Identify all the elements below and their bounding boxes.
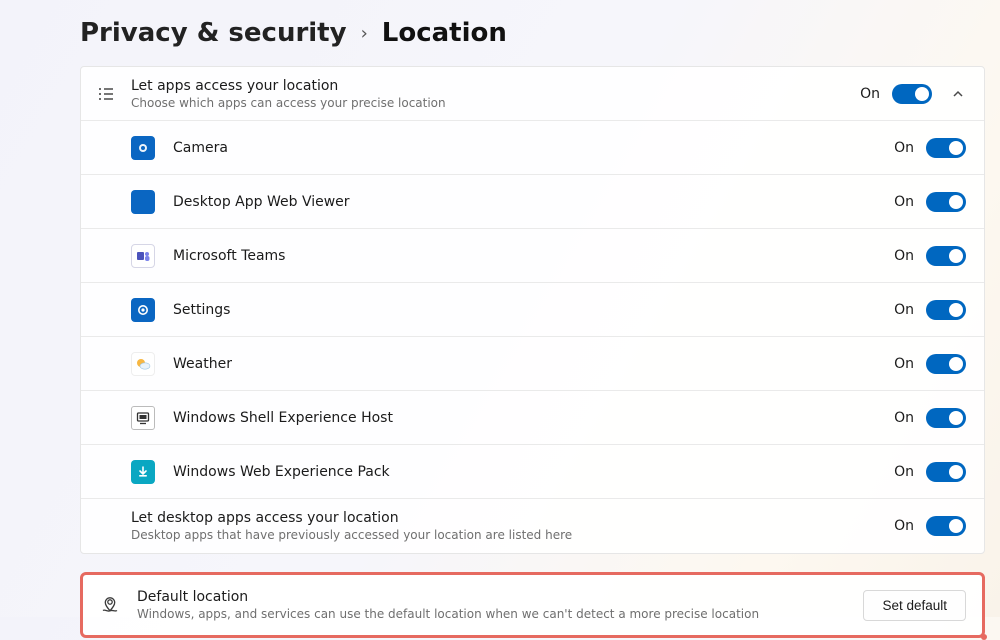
app-state-label: On: [894, 248, 914, 264]
desktop-app-web-viewer-icon: [131, 190, 155, 214]
default-location-subtitle: Windows, apps, and services can use the …: [137, 607, 863, 621]
app-row-windows-shell-experience-host: Windows Shell Experience Host On: [81, 391, 984, 445]
app-name: Windows Web Experience Pack: [173, 464, 894, 480]
app-state-label: On: [894, 464, 914, 480]
camera-app-icon: [131, 136, 155, 160]
master-subtitle: Choose which apps can access your precis…: [131, 96, 860, 110]
default-location-title: Default location: [137, 589, 863, 605]
app-name: Settings: [173, 302, 894, 318]
default-location-card: Default location Windows, apps, and serv…: [80, 572, 985, 638]
location-apps-card: Let apps access your location Choose whi…: [80, 66, 985, 554]
app-toggle-windows-web[interactable]: [926, 462, 966, 482]
desktop-title: Let desktop apps access your location: [131, 510, 894, 526]
chevron-right-icon: ›: [361, 23, 368, 44]
app-state-label: On: [894, 140, 914, 156]
desktop-state-label: On: [894, 518, 914, 534]
windows-shell-icon: [131, 406, 155, 430]
let-desktop-apps-row[interactable]: Let desktop apps access your location De…: [81, 499, 984, 553]
app-name: Weather: [173, 356, 894, 372]
let-apps-access-row[interactable]: Let apps access your location Choose whi…: [81, 67, 984, 121]
map-pin-icon: [99, 594, 121, 616]
windows-web-experience-icon: [131, 460, 155, 484]
microsoft-teams-icon: [131, 244, 155, 268]
app-state-label: On: [894, 194, 914, 210]
app-toggle-microsoft-teams[interactable]: [926, 246, 966, 266]
set-default-button[interactable]: Set default: [863, 590, 966, 621]
app-row-desktop-app-web-viewer: Desktop App Web Viewer On: [81, 175, 984, 229]
breadcrumb-current: Location: [382, 18, 507, 48]
master-toggle[interactable]: [892, 84, 932, 104]
app-state-label: On: [894, 356, 914, 372]
master-title: Let apps access your location: [131, 78, 860, 94]
app-toggle-settings[interactable]: [926, 300, 966, 320]
settings-app-icon: [131, 298, 155, 322]
master-state-label: On: [860, 86, 880, 102]
app-name: Microsoft Teams: [173, 248, 894, 264]
annotation-dot: [981, 634, 987, 640]
list-permissions-icon: [95, 83, 117, 105]
app-row-microsoft-teams: Microsoft Teams On: [81, 229, 984, 283]
app-name: Windows Shell Experience Host: [173, 410, 894, 426]
app-toggle-weather[interactable]: [926, 354, 966, 374]
breadcrumb: Privacy & security › Location: [80, 18, 985, 48]
app-row-windows-web-experience-pack: Windows Web Experience Pack On: [81, 445, 984, 499]
app-toggle-camera[interactable]: [926, 138, 966, 158]
app-row-camera: Camera On: [81, 121, 984, 175]
weather-app-icon: [131, 352, 155, 376]
app-row-weather: Weather On: [81, 337, 984, 391]
app-row-settings: Settings On: [81, 283, 984, 337]
app-name: Desktop App Web Viewer: [173, 194, 894, 210]
app-name: Camera: [173, 140, 894, 156]
breadcrumb-parent[interactable]: Privacy & security: [80, 18, 347, 48]
app-toggle-windows-shell[interactable]: [926, 408, 966, 428]
desktop-subtitle: Desktop apps that have previously access…: [131, 528, 894, 542]
desktop-toggle[interactable]: [926, 516, 966, 536]
app-state-label: On: [894, 302, 914, 318]
chevron-up-icon[interactable]: [950, 86, 966, 102]
app-toggle-desktop-app-web-viewer[interactable]: [926, 192, 966, 212]
app-state-label: On: [894, 410, 914, 426]
